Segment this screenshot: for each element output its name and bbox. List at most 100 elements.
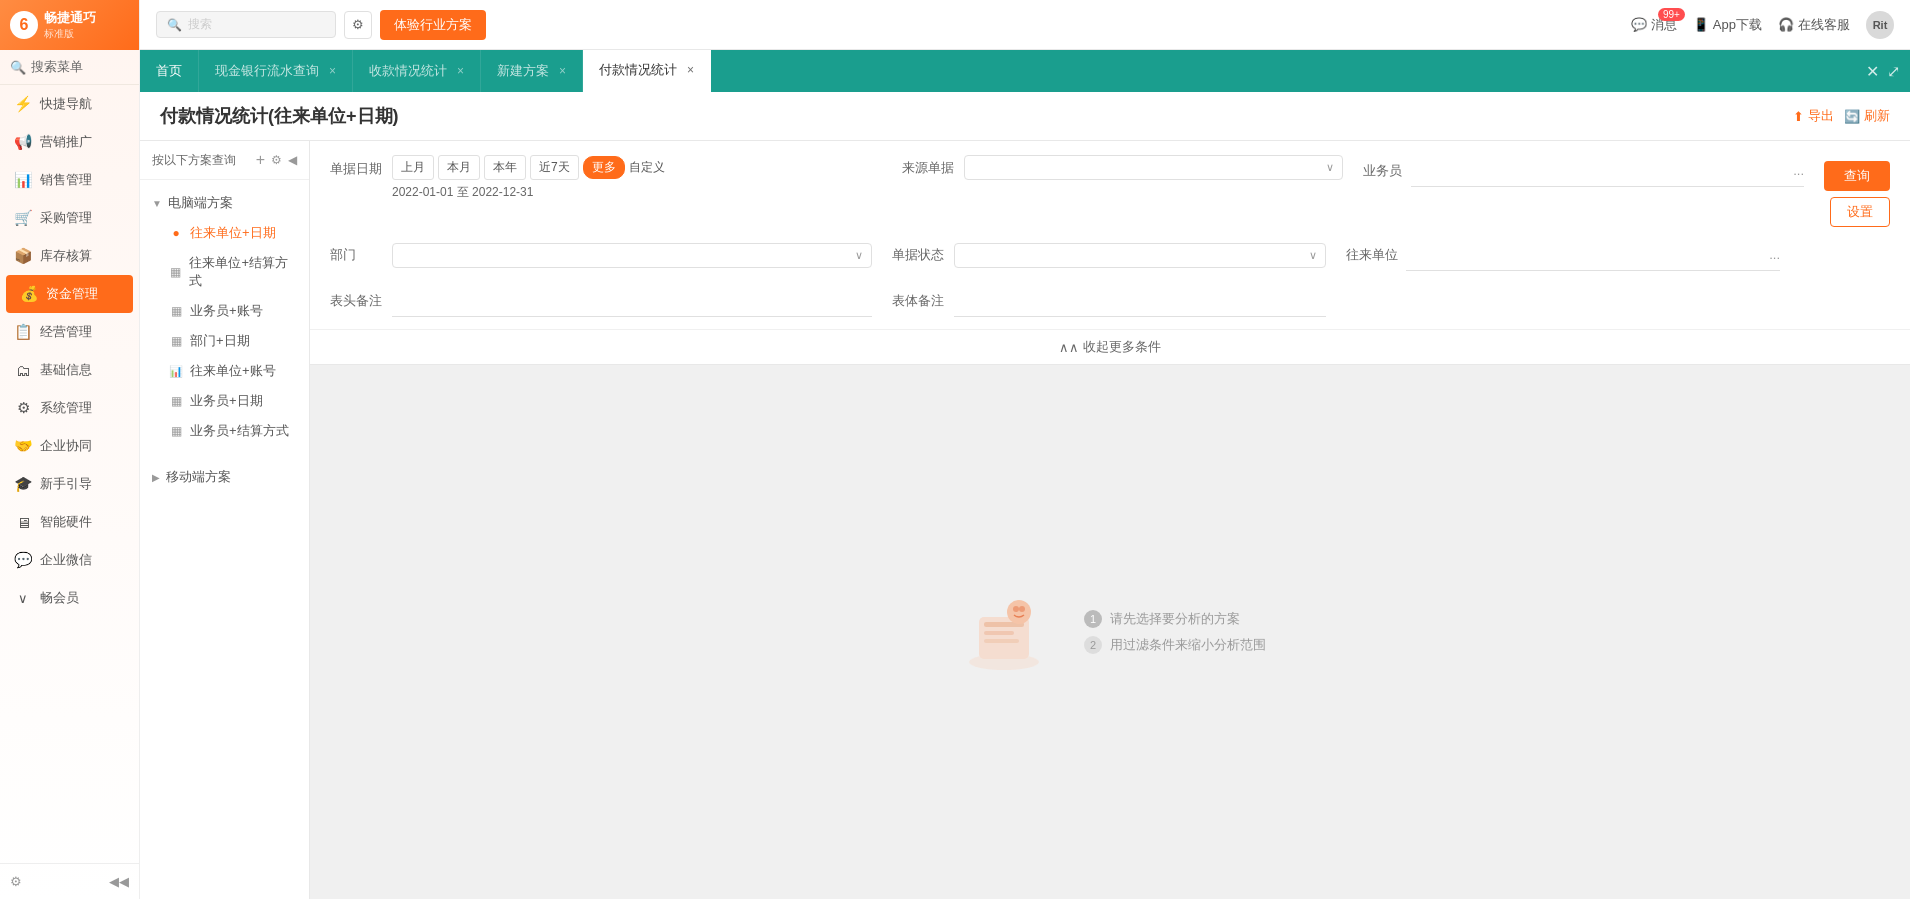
date-btn-this-month[interactable]: 本月	[438, 155, 480, 180]
tab-new-scheme-close[interactable]: ×	[559, 64, 566, 78]
date-btn-this-year[interactable]: 本年	[484, 155, 526, 180]
scheme-item-partner-date[interactable]: ● 往来单位+日期	[140, 218, 309, 248]
tab-bank-flow-close[interactable]: ×	[329, 64, 336, 78]
svg-rect-3	[984, 631, 1014, 635]
partner-dots[interactable]: ...	[1769, 247, 1780, 262]
content-area: 付款情况统计(往来单位+日期) ⬆ 导出 🔄 刷新	[140, 92, 1910, 899]
sidebar-bottom: ⚙ ◀◀	[0, 863, 139, 899]
salesman-label: 业务员	[1363, 162, 1403, 180]
date-btn-more[interactable]: 更多	[583, 156, 625, 179]
settings-button[interactable]: 设置	[1830, 197, 1890, 227]
scheme-item-salesman-account[interactable]: ▦ 业务员+账号	[140, 296, 309, 326]
partner-label: 往来单位	[1346, 246, 1398, 264]
scheme-collapse-icon[interactable]: ◀	[288, 153, 297, 167]
refresh-button[interactable]: 🔄 刷新	[1844, 107, 1890, 125]
logo-name: 畅捷通巧	[44, 9, 96, 27]
tab-expand-icon[interactable]: ⤢	[1887, 62, 1900, 81]
purchase-icon: 🛒	[14, 209, 32, 227]
quick-nav-icon: ⚡	[14, 95, 32, 113]
app-download-label: App下载	[1713, 16, 1762, 34]
scheme-partner-account-icon: 📊	[168, 363, 184, 379]
message-badge: 99+	[1658, 8, 1685, 21]
date-btn-last-month[interactable]: 上月	[392, 155, 434, 180]
tab-collection-stats-close[interactable]: ×	[457, 64, 464, 78]
scheme-add-icon[interactable]: +	[256, 151, 265, 169]
scheme-item-salesman-settlement[interactable]: ▦ 业务员+结算方式	[140, 416, 309, 446]
tab-new-scheme-label: 新建方案	[497, 62, 549, 80]
table-body-note-label: 表体备注	[892, 292, 946, 310]
trial-button[interactable]: 体验行业方案	[380, 10, 486, 40]
table-header-note-input[interactable]	[392, 289, 872, 312]
tab-new-scheme[interactable]: 新建方案 ×	[481, 50, 583, 92]
export-label: 导出	[1808, 107, 1834, 125]
salesman-input[interactable]	[1411, 159, 1793, 182]
sidebar-item-operation[interactable]: 📋 经营管理	[0, 313, 139, 351]
app-download-item[interactable]: 📱 App下载	[1693, 16, 1762, 34]
scheme-item-partner-account[interactable]: 📊 往来单位+账号	[140, 356, 309, 386]
sidebar-item-finance[interactable]: 💰 资金管理	[6, 275, 133, 313]
export-button[interactable]: ⬆ 导出	[1793, 107, 1834, 125]
logo-version: 标准版	[44, 27, 96, 41]
tab-collection-stats[interactable]: 收款情况统计 ×	[353, 50, 481, 92]
sidebar-item-sales[interactable]: 📊 销售管理	[0, 161, 139, 199]
tab-bank-flow[interactable]: 现金银行流水查询 ×	[199, 50, 353, 92]
query-button[interactable]: 查询	[1824, 161, 1890, 191]
sidebar-item-enterprise[interactable]: 🤝 企业协同	[0, 427, 139, 465]
collapse-button[interactable]: ∧∧ 收起更多条件	[1059, 338, 1161, 356]
scheme-panel-header: 按以下方案查询 + ⚙ ◀	[140, 141, 309, 180]
scheme-mobile-chevron: ▶	[152, 472, 160, 483]
scheme-item-salesman-date[interactable]: ▦ 业务员+日期	[140, 386, 309, 416]
search-menu-item[interactable]: 🔍 搜索菜单	[0, 50, 139, 85]
main-area: 🔍 搜索 ⚙ 体验行业方案 💬 消息 99+ 📱 App下载 🎧 在线客服	[140, 0, 1910, 899]
voucher-status-select[interactable]: ∨	[954, 243, 1326, 268]
empty-hint-1: 1 请先选择要分析的方案	[1084, 610, 1266, 628]
scheme-settings-icon[interactable]: ⚙	[271, 153, 282, 167]
date-custom-label[interactable]: 自定义	[629, 159, 665, 176]
sidebar-collapse-icon[interactable]: ◀◀	[109, 874, 129, 889]
date-btn-7days[interactable]: 近7天	[530, 155, 579, 180]
system-label: 系统管理	[40, 399, 92, 417]
scheme-desktop-header[interactable]: ▼ 电脑端方案	[140, 188, 309, 218]
sidebar-item-marketing[interactable]: 📢 营销推广	[0, 123, 139, 161]
message-item[interactable]: 💬 消息 99+	[1631, 16, 1677, 34]
collapse-chevron-up: ∧∧	[1059, 340, 1079, 355]
page-body: 按以下方案查询 + ⚙ ◀ ▼ 电脑端方案	[140, 141, 1910, 899]
marketing-icon: 📢	[14, 133, 32, 151]
sidebar-item-smart-hw[interactable]: 🖥 智能硬件	[0, 503, 139, 541]
scheme-salesman-settlement-label: 业务员+结算方式	[190, 422, 289, 440]
sidebar-item-system[interactable]: ⚙ 系统管理	[0, 389, 139, 427]
sales-icon: 📊	[14, 171, 32, 189]
logo-area: 6 畅捷通巧 标准版	[0, 0, 139, 50]
tab-home[interactable]: 首页	[140, 50, 199, 92]
finance-label: 资金管理	[46, 285, 98, 303]
sidebar-item-quick-nav[interactable]: ⚡ 快捷导航	[0, 85, 139, 123]
tab-payment-stats[interactable]: 付款情况统计 ×	[583, 50, 711, 92]
scheme-item-dept-date[interactable]: ▦ 部门+日期	[140, 326, 309, 356]
sidebar-item-inventory[interactable]: 📦 库存核算	[0, 237, 139, 275]
sidebar-item-guide[interactable]: 🎓 新手引导	[0, 465, 139, 503]
online-service-item[interactable]: 🎧 在线客服	[1778, 16, 1850, 34]
salesman-dots[interactable]: ...	[1793, 163, 1804, 178]
tab-payment-stats-close[interactable]: ×	[687, 63, 694, 77]
scheme-mobile-header[interactable]: ▶ 移动端方案	[140, 462, 309, 492]
source-voucher-select[interactable]: ∨	[964, 155, 1343, 180]
voucher-status-chevron: ∨	[1309, 249, 1317, 262]
header-search-box[interactable]: 🔍 搜索	[156, 11, 336, 38]
sidebar-item-member[interactable]: ∨ 畅会员	[0, 579, 139, 617]
user-avatar[interactable]: Rit	[1866, 11, 1894, 39]
sidebar-settings-icon[interactable]: ⚙	[10, 874, 22, 889]
sidebar-item-wechat[interactable]: 💬 企业微信	[0, 541, 139, 579]
table-header-note-label: 表头备注	[330, 292, 384, 310]
partner-input[interactable]	[1406, 243, 1769, 266]
smart-hw-icon: 🖥	[14, 513, 32, 531]
tab-close-all-icon[interactable]: ✕	[1866, 62, 1879, 81]
table-body-note-input[interactable]	[954, 289, 1326, 312]
sidebar-item-basic-info[interactable]: 🗂 基础信息	[0, 351, 139, 389]
header-settings-button[interactable]: ⚙	[344, 11, 372, 39]
scheme-item-partner-settlement[interactable]: ▦ 往来单位+结算方式	[140, 248, 309, 296]
wechat-icon: 💬	[14, 551, 32, 569]
scheme-partner-date-label: 往来单位+日期	[190, 224, 276, 242]
tab-bar-actions: ✕ ⤢	[1856, 50, 1910, 92]
sidebar-item-purchase[interactable]: 🛒 采购管理	[0, 199, 139, 237]
dept-select[interactable]: ∨	[392, 243, 872, 268]
